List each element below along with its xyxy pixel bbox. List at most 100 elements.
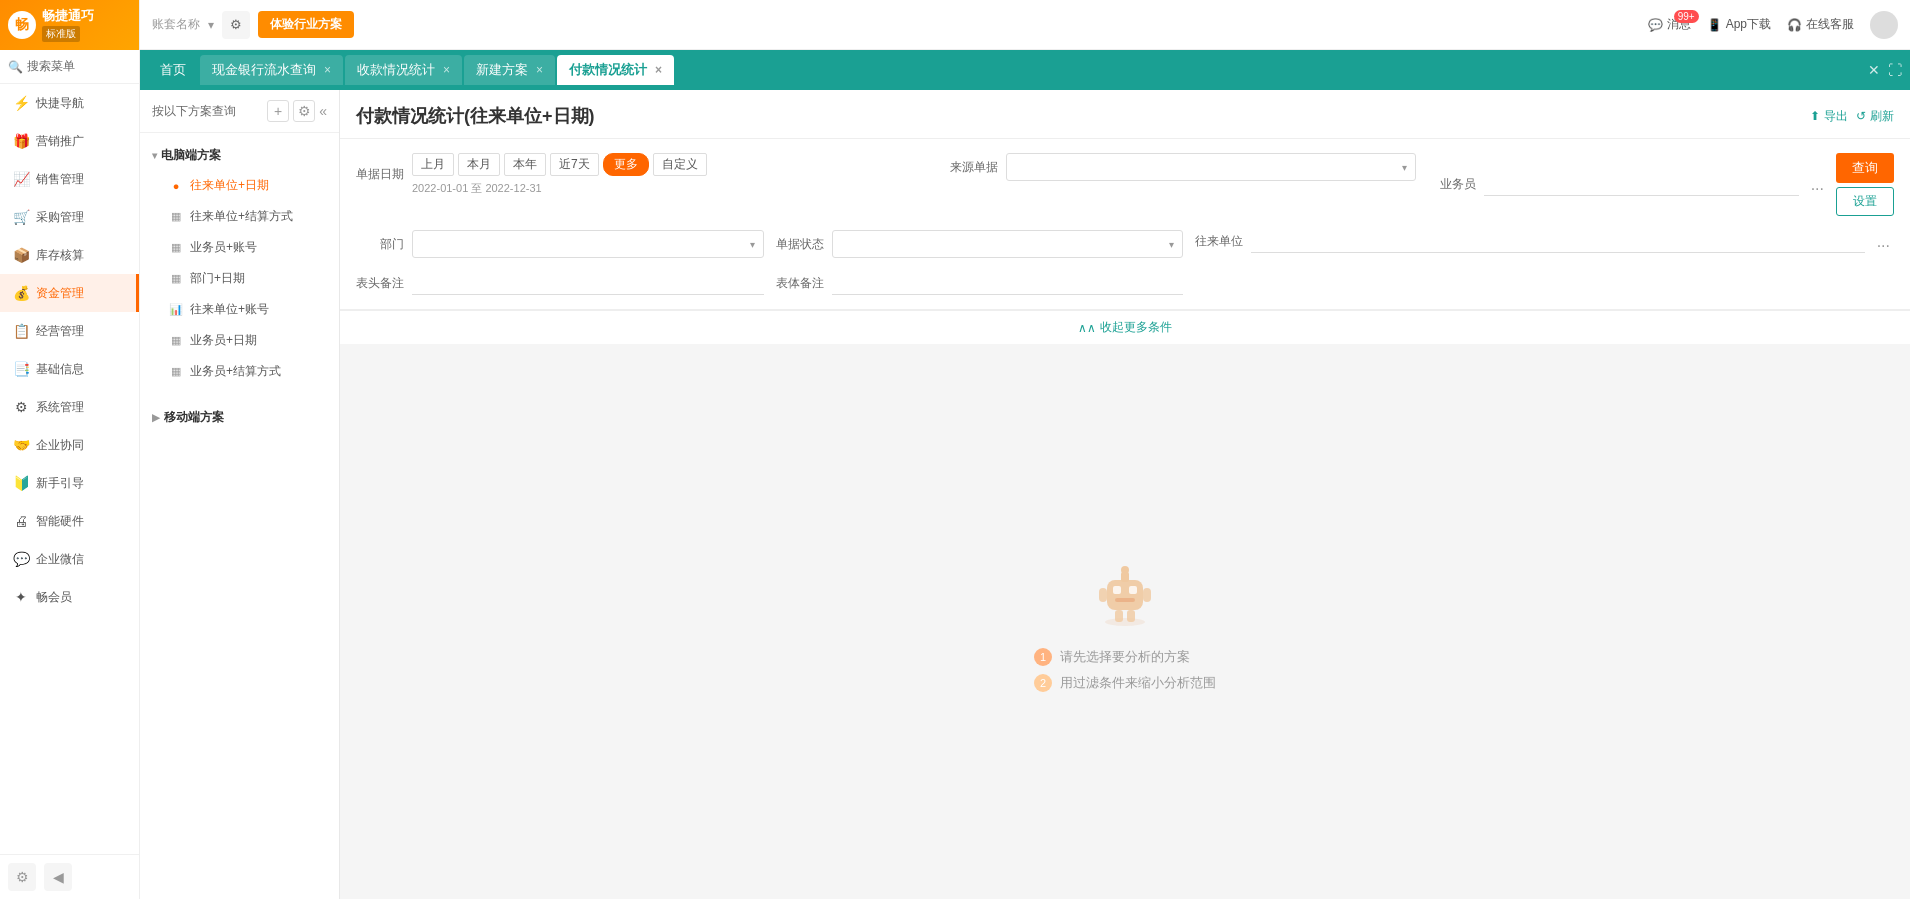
sidebar-item-collab[interactable]: 🤝 企业协同 (0, 426, 139, 464)
date-btn-7days[interactable]: 近7天 (550, 153, 599, 176)
sidebar-item-guide[interactable]: 🔰 新手引导 (0, 464, 139, 502)
close-all-tabs-btn[interactable]: ✕ (1868, 62, 1880, 78)
date-btn-last-month[interactable]: 上月 (412, 153, 454, 176)
tab-receipt-stat-close[interactable]: × (443, 63, 450, 77)
scheme-icon-7: ▦ (168, 364, 184, 380)
version-badge: 标准版 (42, 26, 80, 42)
footer-settings-btn[interactable]: ⚙ (8, 863, 36, 891)
header-note-label: 表头备注 (356, 275, 404, 292)
marketing-icon: 🎁 (12, 132, 30, 150)
doc-status-select[interactable]: ▾ (832, 230, 1184, 258)
header-note-input[interactable] (412, 272, 764, 295)
add-scheme-btn[interactable]: + (267, 100, 289, 122)
tab-new-scheme[interactable]: 新建方案 × (464, 55, 555, 85)
scheme-item-partner-payment-label: 往来单位+结算方式 (190, 208, 293, 225)
hardware-icon: 🖨 (12, 512, 30, 530)
scheme-item-dept-date[interactable]: ▦ 部门+日期 (140, 263, 339, 294)
tab-new-scheme-close[interactable]: × (536, 63, 543, 77)
tab-bank-flow-close[interactable]: × (324, 63, 331, 77)
search-icon: 🔍 (8, 60, 23, 74)
sidebar-item-marketing[interactable]: 🎁 营销推广 (0, 122, 139, 160)
filter-row-2: 部门 ▾ 单据状态 ▾ 往来单位 (356, 230, 1894, 258)
source-field: 来源单据 ▾ (950, 153, 1416, 181)
query-btn[interactable]: 查询 (1836, 153, 1894, 183)
tab-payment-stat[interactable]: 付款情况统计 × (557, 55, 674, 85)
topbar-settings-btn[interactable]: ⚙ (222, 11, 250, 39)
company-dropdown[interactable]: ▾ (208, 18, 214, 32)
company-name: 账套名称 (152, 16, 200, 33)
sidebar-item-member[interactable]: ✦ 畅会员 (0, 578, 139, 616)
partner-input[interactable] (1251, 230, 1864, 253)
user-avatar[interactable] (1870, 11, 1898, 39)
date-btn-more[interactable]: 更多 (603, 153, 649, 176)
guide-icon: 🔰 (12, 474, 30, 492)
sidebar-item-basic[interactable]: 📑 基础信息 (0, 350, 139, 388)
tip-num-1: 1 (1034, 648, 1052, 666)
sidebar-item-quick-nav[interactable]: ⚡ 快捷导航 (0, 84, 139, 122)
scheme-item-staff-account[interactable]: ▦ 业务员+账号 (140, 232, 339, 263)
refresh-btn[interactable]: ↺ 刷新 (1856, 108, 1894, 125)
tab-home[interactable]: 首页 (148, 55, 198, 85)
date-btn-this-month[interactable]: 本月 (458, 153, 500, 176)
search-menu[interactable]: 🔍 搜索菜单 (0, 50, 139, 84)
tab-home-label: 首页 (160, 61, 186, 79)
desktop-section-title[interactable]: ▾ 电脑端方案 (140, 141, 339, 170)
filter-settings-btn[interactable]: 设置 (1836, 187, 1894, 216)
message-btn[interactable]: 💬 消息 99+ (1648, 16, 1691, 33)
source-select[interactable]: ▾ (1006, 153, 1416, 181)
trial-btn[interactable]: 体验行业方案 (258, 11, 354, 38)
scheme-item-partner-account-label: 往来单位+账号 (190, 301, 269, 318)
sidebar-item-hardware[interactable]: 🖨 智能硬件 (0, 502, 139, 540)
sidebar-item-capital[interactable]: 💰 资金管理 (0, 274, 139, 312)
app-icon: 📱 (1707, 18, 1722, 32)
dept-select[interactable]: ▾ (412, 230, 764, 258)
footer-collapse-btn[interactable]: ◀ (44, 863, 72, 891)
online-service-label: 在线客服 (1806, 16, 1854, 33)
empty-state: 1 请先选择要分析的方案 2 用过滤条件来缩小分析范围 (1034, 552, 1216, 692)
scheme-item-partner-date[interactable]: ● 往来单位+日期 (140, 170, 339, 201)
tab-bank-flow[interactable]: 现金银行流水查询 × (200, 55, 343, 85)
sidebar-header: 畅 畅捷通巧 标准版 (0, 0, 139, 50)
sidebar-item-purchase[interactable]: 🛒 采购管理 (0, 198, 139, 236)
sidebar: 畅 畅捷通巧 标准版 🔍 搜索菜单 ⚡ 快捷导航 🎁 营销推广 📈 销售管理 🛒… (0, 0, 140, 899)
scheme-item-staff-payment[interactable]: ▦ 业务员+结算方式 (140, 356, 339, 387)
scheme-item-partner-account[interactable]: 📊 往来单位+账号 (140, 294, 339, 325)
tab-payment-stat-close[interactable]: × (655, 63, 662, 77)
collapse-bar[interactable]: ∧∧ 收起更多条件 (340, 310, 1910, 344)
online-service-btn[interactable]: 🎧 在线客服 (1787, 16, 1854, 33)
date-btn-this-year[interactable]: 本年 (504, 153, 546, 176)
scheme-item-staff-date[interactable]: ▦ 业务员+日期 (140, 325, 339, 356)
sidebar-item-wechat[interactable]: 💬 企业微信 (0, 540, 139, 578)
body-note-input[interactable] (832, 272, 1184, 295)
source-select-arrow: ▾ (1402, 162, 1407, 173)
mobile-scheme-section: ▶ 移动端方案 (140, 395, 339, 440)
tip-2-text: 用过滤条件来缩小分析范围 (1060, 674, 1216, 692)
staff-input[interactable] (1484, 173, 1799, 196)
inventory-icon: 📦 (12, 246, 30, 264)
message-badge: 99+ (1674, 10, 1699, 23)
scheme-item-partner-payment[interactable]: ▦ 往来单位+结算方式 (140, 201, 339, 232)
fullscreen-btn[interactable]: ⛶ (1888, 62, 1902, 78)
app-download-btn[interactable]: 📱 App下载 (1707, 16, 1771, 33)
partner-dots[interactable]: ... (1873, 233, 1894, 251)
query-actions: 查询 设置 (1836, 153, 1894, 216)
member-icon: ✦ (12, 588, 30, 606)
date-btn-custom[interactable]: 自定义 (653, 153, 707, 176)
sales-label: 销售管理 (36, 171, 84, 188)
staff-field: 业务员 ... 查询 设置 (1428, 153, 1894, 216)
scheme-icon-5: 📊 (168, 302, 184, 318)
tab-receipt-stat[interactable]: 收款情况统计 × (345, 55, 462, 85)
tabs-bar: 首页 现金银行流水查询 × 收款情况统计 × 新建方案 × 付款情况统计 × ✕… (140, 50, 1910, 90)
sidebar-item-system[interactable]: ⚙ 系统管理 (0, 388, 139, 426)
scheme-settings-btn[interactable]: ⚙ (293, 100, 315, 122)
export-icon: ⬆ (1810, 109, 1820, 123)
staff-dots[interactable]: ... (1807, 176, 1828, 194)
panel-collapse-btn[interactable]: « (319, 103, 327, 119)
purchase-label: 采购管理 (36, 209, 84, 226)
sidebar-item-inventory[interactable]: 📦 库存核算 (0, 236, 139, 274)
mobile-section-title[interactable]: ▶ 移动端方案 (140, 403, 339, 432)
sidebar-item-operation[interactable]: 📋 经营管理 (0, 312, 139, 350)
svg-point-0 (1105, 618, 1145, 626)
sidebar-item-sales[interactable]: 📈 销售管理 (0, 160, 139, 198)
export-btn[interactable]: ⬆ 导出 (1810, 108, 1848, 125)
